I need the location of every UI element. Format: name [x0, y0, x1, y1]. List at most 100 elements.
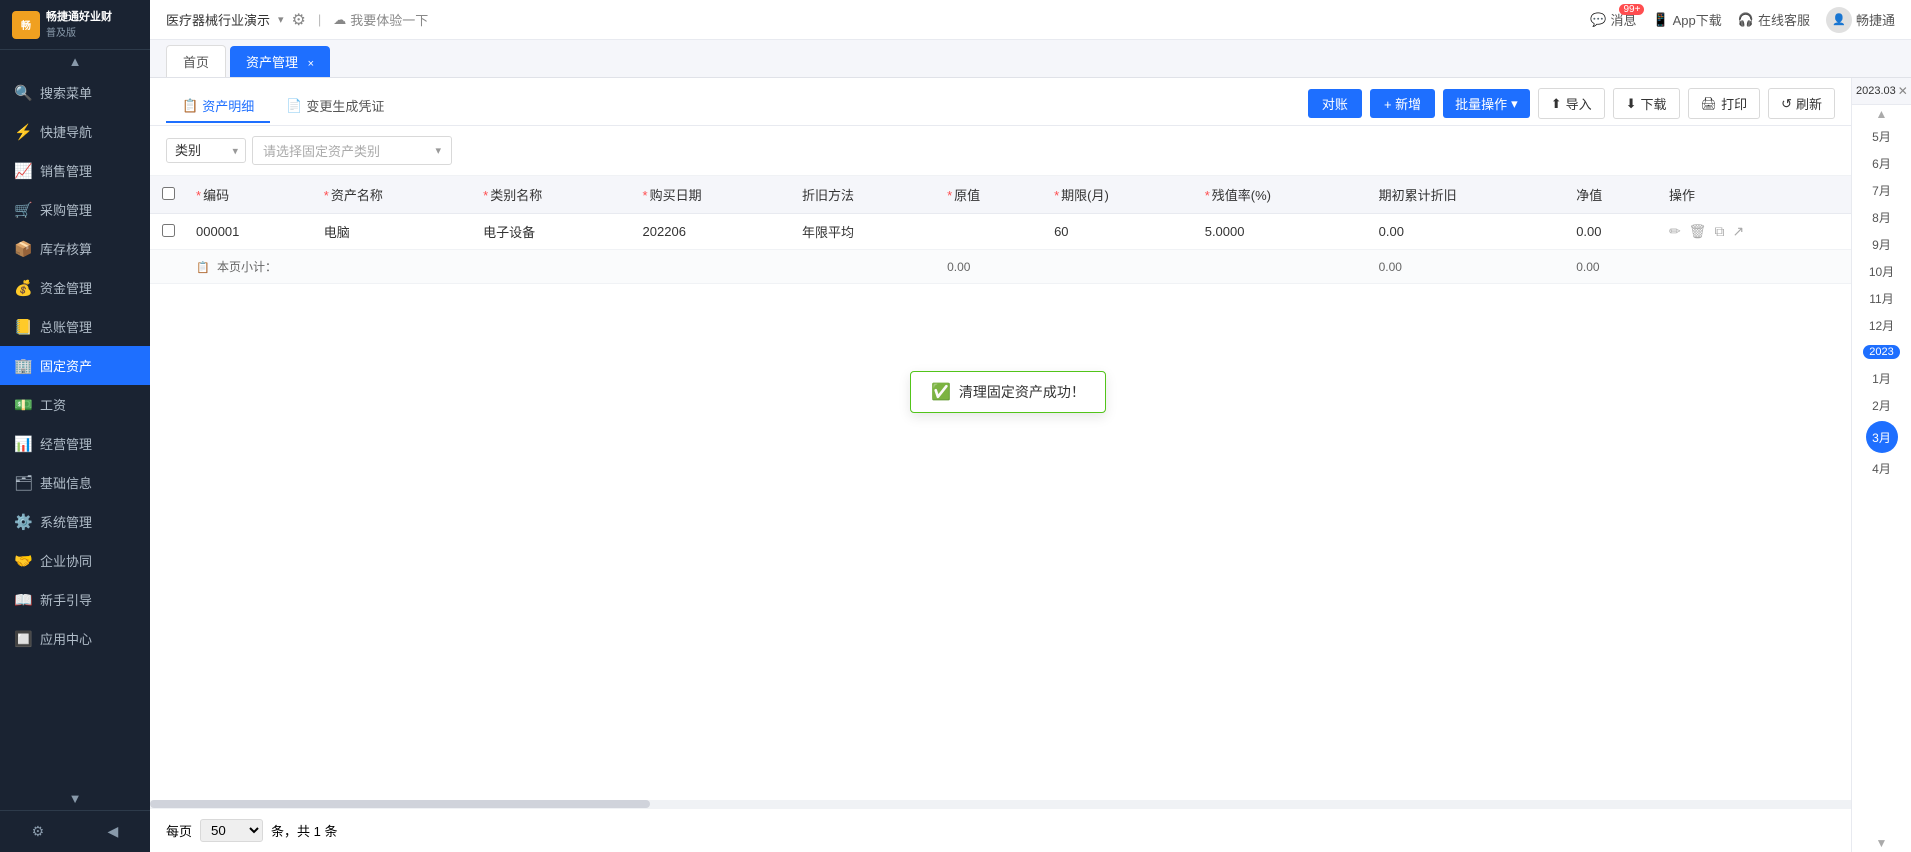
delete-icon[interactable]: 🗑 [1689, 223, 1707, 240]
asset-table: *编码 *资产名称 *类别名称 *购买日期 折旧方法 *原值 *期限(月) *残… [150, 176, 1851, 284]
success-icon: ✅ [931, 382, 951, 402]
print-btn[interactable]: 🖨 打印 [1688, 88, 1761, 119]
copy-icon[interactable]: ⧉ [1714, 223, 1724, 240]
download-icon2: ⬇ [1626, 96, 1637, 112]
sidebar: 畅 畅捷通好业财 普及版 ▲ 🔍搜索菜单⚡快捷导航📈销售管理🛒采购管理📦库存核算… [0, 0, 150, 852]
timeline-month-3月[interactable]: 3月 [1866, 421, 1898, 453]
timeline-down-btn[interactable]: ▼ [1852, 834, 1911, 852]
message-badge: 99+ [1619, 4, 1644, 15]
sidebar-item-企业协同[interactable]: 🤝企业协同 [0, 541, 150, 580]
timeline-months: 5月6月7月8月9月10月11月12月20231月2月3月4月 [1852, 123, 1911, 834]
print-icon: 🖨 [1701, 96, 1718, 112]
sidebar-icon-12: 🤝 [14, 552, 32, 570]
sidebar-label-8: 工资 [40, 395, 66, 414]
timeline-month-1月[interactable]: 1月 [1852, 365, 1911, 392]
app-download-btn[interactable]: 📱 App下载 [1652, 10, 1721, 29]
sidebar-item-固定资产[interactable]: 🏢固定资产 [0, 346, 150, 385]
sidebar-item-经营管理[interactable]: 📊经营管理 [0, 424, 150, 463]
select-all-checkbox[interactable] [162, 187, 175, 200]
edit-icon[interactable]: ✏ [1669, 223, 1681, 240]
row-code: 000001 [186, 214, 314, 250]
feedback-link[interactable]: ☁ 我要体验一下 [333, 10, 428, 29]
timeline-date: 2023.03 [1856, 85, 1896, 97]
category-select[interactable]: 类别 [166, 138, 246, 163]
sidebar-logo: 畅 畅捷通好业财 普及版 [0, 0, 150, 50]
timeline-month-4月[interactable]: 4月 [1852, 455, 1911, 482]
batch-btn[interactable]: 批量操作 ▾ [1443, 89, 1530, 118]
sidebar-item-工资[interactable]: 💵工资 [0, 385, 150, 424]
tab-close-icon[interactable]: × [308, 58, 314, 70]
timeline-month-5月[interactable]: 5月 [1852, 123, 1911, 150]
sidebar-icon-14: 🔲 [14, 630, 32, 648]
sidebar-item-快捷导航[interactable]: ⚡快捷导航 [0, 112, 150, 151]
timeline-month-2月[interactable]: 2月 [1852, 392, 1911, 419]
sidebar-scroll-down[interactable]: ▼ [0, 787, 150, 810]
online-service-btn[interactable]: 🎧 在线客服 [1738, 10, 1810, 29]
sidebar-item-系统管理[interactable]: ⚙️系统管理 [0, 502, 150, 541]
tab-home[interactable]: 首页 [166, 45, 226, 77]
timeline-month-7月[interactable]: 7月 [1852, 177, 1911, 204]
company-dropdown-icon[interactable]: ▾ [278, 13, 284, 26]
more-icon[interactable]: ↗ [1732, 223, 1744, 240]
sidebar-bottom: ⚙ ◀ [0, 810, 150, 852]
scrollbar-thumb[interactable] [150, 800, 650, 808]
horizontal-scrollbar[interactable] [150, 800, 1851, 808]
sidebar-icon-10: 🗂 [14, 474, 32, 492]
user-btn[interactable]: 👤 畅捷通 [1826, 7, 1895, 33]
row-initial-accumulated: 0.00 [1369, 214, 1567, 250]
timeline-month-6月[interactable]: 6月 [1852, 150, 1911, 177]
download-btn[interactable]: ⬇ 下载 [1613, 88, 1680, 119]
sidebar-item-应用中心[interactable]: 🔲应用中心 [0, 619, 150, 658]
timeline-month-12月[interactable]: 12月 [1852, 312, 1911, 339]
topbar-settings-icon[interactable]: ⚙ [292, 10, 306, 30]
sidebar-item-采购管理[interactable]: 🛒采购管理 [0, 190, 150, 229]
sidebar-settings-btn[interactable]: ⚙ [24, 819, 53, 844]
new-btn[interactable]: + 新增 [1370, 89, 1435, 118]
sidebar-item-库存核算[interactable]: 📦库存核算 [0, 229, 150, 268]
timeline-month-11月[interactable]: 11月 [1852, 285, 1911, 312]
table-header-row: *编码 *资产名称 *类别名称 *购买日期 折旧方法 *原值 *期限(月) *残… [150, 176, 1851, 214]
timeline-header: 2023.03 ✕ ⬜ [1852, 78, 1911, 105]
sidebar-icon-1: ⚡ [14, 123, 32, 141]
th-initial-accumulated: 期初累计折旧 [1369, 176, 1567, 214]
timeline-month-8月[interactable]: 8月 [1852, 204, 1911, 231]
sidebar-item-销售管理[interactable]: 📈销售管理 [0, 151, 150, 190]
voucher-icon: 📄 [286, 98, 302, 114]
message-btn[interactable]: 💬 消息 99+ [1590, 10, 1636, 29]
sidebar-scroll-up[interactable]: ▲ [0, 50, 150, 73]
sidebar-icon-7: 🏢 [14, 357, 32, 375]
subtotal-icon: 📋 [196, 262, 210, 274]
logo-text: 畅捷通好业财 [46, 10, 112, 24]
subtab-voucher[interactable]: 📄 变更生成凭证 [270, 90, 400, 123]
sidebar-collapse-btn[interactable]: ◀ [100, 819, 127, 844]
sidebar-label-0: 搜索菜单 [40, 83, 92, 102]
subtab-asset-detail[interactable]: 📋 资产明细 [166, 90, 270, 123]
topbar-left: 医疗器械行业演示 ▾ ⚙ | ☁ 我要体验一下 [166, 10, 428, 30]
pagination: 每页 50 条，共 1 条 [150, 808, 1851, 852]
import-btn[interactable]: ⬆ 导入 [1538, 88, 1605, 119]
asset-detail-icon: 📋 [182, 98, 198, 114]
sidebar-item-基础信息[interactable]: 🗂基础信息 [0, 463, 150, 502]
sidebar-icon-13: 📖 [14, 591, 32, 609]
timeline-month-9月[interactable]: 9月 [1852, 231, 1911, 258]
message-icon: 💬 [1590, 12, 1606, 28]
sidebar-item-资金管理[interactable]: 💰资金管理 [0, 268, 150, 307]
timeline-close-btn[interactable]: ✕ [1896, 84, 1910, 98]
logo-icon: 畅 [12, 11, 40, 39]
sidebar-label-9: 经营管理 [40, 434, 92, 453]
timeline-month-10月[interactable]: 10月 [1852, 258, 1911, 285]
category-value-select[interactable]: 请选择固定资产类别 ▾ [252, 136, 452, 165]
per-page-select[interactable]: 50 [200, 819, 263, 842]
tab-asset-management[interactable]: 资产管理 × [230, 46, 330, 77]
timeline-up-btn[interactable]: ▲ [1852, 105, 1911, 123]
total-label: 条，共 1 条 [271, 821, 337, 840]
sidebar-item-新手引导[interactable]: 📖新手引导 [0, 580, 150, 619]
th-code: *编码 [186, 176, 314, 214]
table-wrapper[interactable]: *编码 *资产名称 *类别名称 *购买日期 折旧方法 *原值 *期限(月) *残… [150, 176, 1851, 800]
row-checkbox[interactable] [162, 224, 175, 237]
reconcile-btn[interactable]: 对账 [1308, 89, 1362, 118]
sidebar-item-搜索菜单[interactable]: 🔍搜索菜单 [0, 73, 150, 112]
tab-asset-label: 资产管理 [246, 55, 298, 70]
sidebar-item-总账管理[interactable]: 📒总账管理 [0, 307, 150, 346]
refresh-btn[interactable]: ↺ 刷新 [1768, 88, 1835, 119]
